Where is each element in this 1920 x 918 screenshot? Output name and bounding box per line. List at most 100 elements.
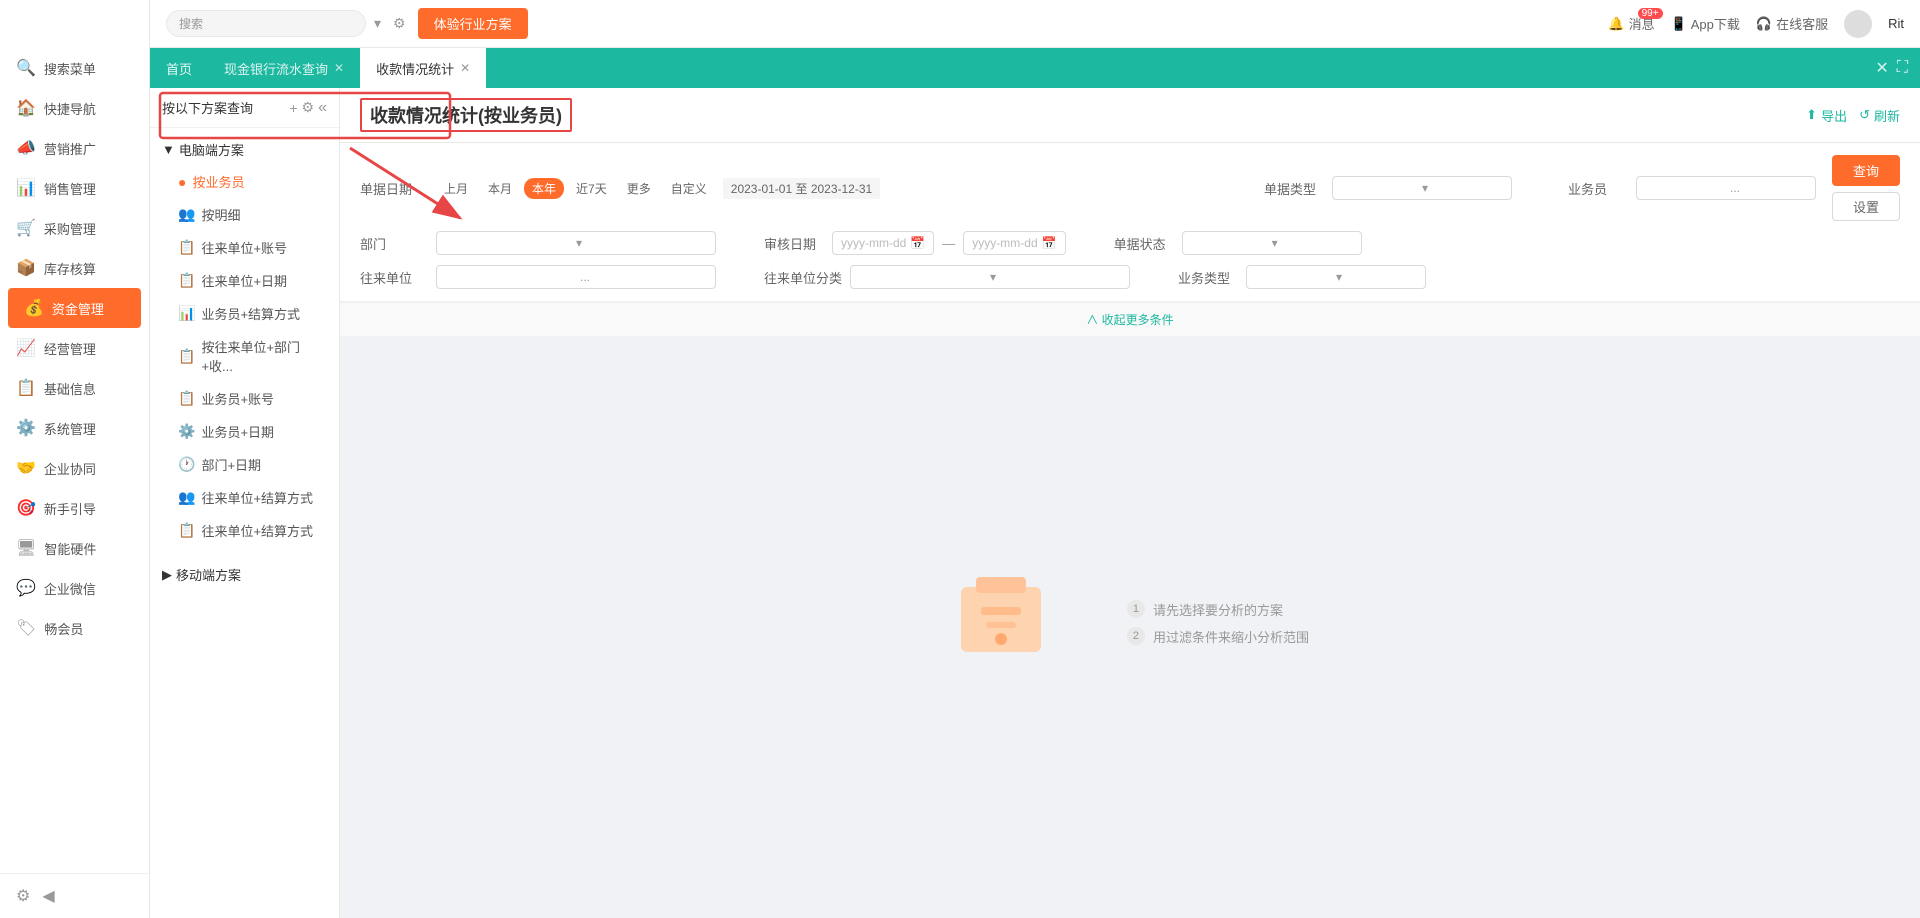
section-desktop-label: 电脑端方案 xyxy=(179,140,244,159)
sidebar-item-finance[interactable]: 💰 资金管理 xyxy=(8,288,141,328)
sidebar-label-inventory: 库存核算 xyxy=(44,259,96,278)
tab-bank-flow-label: 现金银行流水查询 xyxy=(224,59,328,78)
calendar-to-icon: 📅 xyxy=(1042,236,1057,250)
scheme-item-unit-settle2[interactable]: 📋 往来单位+结算方式 xyxy=(150,514,339,547)
tab-expand-icon[interactable]: ⛶ xyxy=(1897,59,1908,77)
doc-type-select[interactable]: ▾ xyxy=(1332,176,1512,200)
empty-step-2: 2 用过滤条件来缩小分析范围 xyxy=(1127,627,1309,646)
scheme-section-desktop-title[interactable]: ▼ 电脑端方案 xyxy=(150,134,339,165)
scheme-settings-button[interactable]: ⚙ xyxy=(302,99,315,117)
scheme-item-unit-date[interactable]: 📋 往来单位+日期 xyxy=(150,264,339,297)
online-service-action[interactable]: 🎧 在线客服 xyxy=(1756,14,1828,33)
date-range-display: 2023-01-01 至 2023-12-31 xyxy=(723,178,880,199)
setting-button[interactable]: 设置 xyxy=(1832,192,1900,221)
refresh-button[interactable]: ↺ 刷新 xyxy=(1859,106,1900,125)
tab-collection-stats[interactable]: 收款情况统计 ✕ xyxy=(360,48,486,88)
review-date-from-group[interactable]: yyyy-mm-dd 📅 xyxy=(832,231,934,255)
sidebar-label-wechat: 企业微信 xyxy=(44,579,96,598)
sidebar-item-search[interactable]: 🔍 搜索菜单 xyxy=(0,48,149,88)
scheme-item-by-salesman[interactable]: ● 按业务员 xyxy=(150,165,339,198)
sidebar-item-inventory[interactable]: 📦 库存核算 xyxy=(0,248,149,288)
tab-collection-stats-close[interactable]: ✕ xyxy=(460,61,470,75)
scheme-item-unit-dept[interactable]: 📋 按往来单位+部门+收... xyxy=(150,330,339,382)
dept-arrow-icon: ▾ xyxy=(576,236,707,250)
collapse-more-bar[interactable]: ∧ 收起更多条件 xyxy=(340,302,1920,336)
empty-svg xyxy=(951,567,1051,657)
query-button[interactable]: 查询 xyxy=(1832,155,1900,186)
tab-close-all-icon[interactable]: ✕ xyxy=(1875,58,1888,78)
scheme-icon-dept-date: 🕐 xyxy=(178,456,195,473)
sidebar-item-collab[interactable]: 🤝 企业协同 xyxy=(0,448,149,488)
gear-icon[interactable]: ⚙ xyxy=(393,15,406,32)
scheme-section-mobile-title[interactable]: ▶ 移动端方案 xyxy=(150,559,339,590)
scheme-item-unit-settle1[interactable]: 👥 往来单位+结算方式 xyxy=(150,481,339,514)
app-download-action[interactable]: 📱 App下载 xyxy=(1671,14,1740,33)
scheme-item-dept-date[interactable]: 🕐 部门+日期 xyxy=(150,448,339,481)
user-avatar[interactable] xyxy=(1844,10,1872,38)
sidebar-item-guide[interactable]: 🎯 新手引导 xyxy=(0,488,149,528)
sales-icon: 📊 xyxy=(16,178,36,198)
scheme-item-salesman-settle[interactable]: 📊 业务员+结算方式 xyxy=(150,297,339,330)
search-icon: 🔍 xyxy=(16,58,36,78)
sidebar-item-member[interactable]: 🏷 畅会员 xyxy=(0,608,149,648)
filter-row-3: 往来单位 ... 往来单位分类 ▾ 业务类型 ▾ xyxy=(360,265,1900,289)
date-tab-last-month[interactable]: 上月 xyxy=(436,178,476,199)
page-title-bar: 收款情况统计(按业务员) ⬆ 导出 ↺ 刷新 xyxy=(340,88,1920,143)
counterpart-select[interactable]: ... xyxy=(436,265,716,289)
sidebar-item-purchase[interactable]: 🛒 采购管理 xyxy=(0,208,149,248)
scheme-label-salesman-settle: 业务员+结算方式 xyxy=(201,304,300,323)
scheme-header: 按以下方案查询 + ⚙ « xyxy=(150,88,339,128)
dropdown-arrow-icon[interactable]: ▾ xyxy=(374,15,381,32)
sidebar: 🔍 搜索菜单 🏠 快捷导航 📣 营销推广 📊 销售管理 🛒 采购管理 📦 库存核… xyxy=(0,0,150,918)
sidebar-item-quicknav[interactable]: 🏠 快捷导航 xyxy=(0,88,149,128)
scheme-item-salesman-date[interactable]: ⚙️ 业务员+日期 xyxy=(150,415,339,448)
bell-icon: 🔔 xyxy=(1608,16,1624,32)
date-tab-7days[interactable]: 近7天 xyxy=(568,178,615,199)
scheme-collapse-button[interactable]: « xyxy=(318,99,327,117)
section-arrow-down-icon: ▼ xyxy=(162,142,175,157)
member-icon: 🏷 xyxy=(16,618,36,638)
salesman-select[interactable]: ... xyxy=(1636,176,1816,200)
date-tab-this-year[interactable]: 本年 xyxy=(524,178,564,199)
scheme-item-by-detail[interactable]: 👥 按明细 xyxy=(150,198,339,231)
dept-label: 部门 xyxy=(360,234,420,253)
tab-bank-flow-close[interactable]: ✕ xyxy=(334,61,344,75)
message-action[interactable]: 🔔 消息 99+ xyxy=(1608,14,1654,33)
sidebar-item-basic[interactable]: 📋 基础信息 xyxy=(0,368,149,408)
review-date-to-group[interactable]: yyyy-mm-dd 📅 xyxy=(963,231,1065,255)
export-button[interactable]: ⬆ 导出 xyxy=(1806,106,1847,125)
sidebar-item-system[interactable]: ⚙️ 系统管理 xyxy=(0,408,149,448)
tab-bank-flow[interactable]: 现金银行流水查询 ✕ xyxy=(208,48,360,88)
sidebar-item-sales[interactable]: 📊 销售管理 xyxy=(0,168,149,208)
sidebar-item-hardware[interactable]: 🖥 智能硬件 xyxy=(0,528,149,568)
salesman-dots: ... xyxy=(1730,181,1807,195)
date-tab-more[interactable]: 更多 xyxy=(619,178,659,199)
username-label: Rit xyxy=(1888,16,1904,31)
search-bar: 搜索 xyxy=(166,10,366,37)
sidebar-item-marketing[interactable]: 📣 营销推广 xyxy=(0,128,149,168)
date-tab-custom[interactable]: 自定义 xyxy=(663,178,715,199)
date-filter-control: 上月 本月 本年 近7天 更多 自定义 2023-01-01 至 2023-12… xyxy=(436,178,1208,199)
biz-type-select[interactable]: ▾ xyxy=(1246,265,1426,289)
tab-home[interactable]: 首页 xyxy=(150,59,208,78)
trial-industry-button[interactable]: 体验行业方案 xyxy=(418,8,528,39)
scheme-item-salesman-account[interactable]: 📋 业务员+账号 xyxy=(150,382,339,415)
date-tab-this-month[interactable]: 本月 xyxy=(480,178,520,199)
sidebar-item-wechat[interactable]: 💬 企业微信 xyxy=(0,568,149,608)
scheme-label-salesman-account: 业务员+账号 xyxy=(201,389,274,408)
scheme-item-unit-account[interactable]: 📋 往来单位+账号 xyxy=(150,231,339,264)
counterpart-type-select[interactable]: ▾ xyxy=(850,265,1130,289)
sidebar-item-operation[interactable]: 📈 经营管理 xyxy=(0,328,149,368)
empty-step-2-label: 用过滤条件来缩小分析范围 xyxy=(1153,627,1309,646)
collapse-sidebar-icon[interactable]: ◀ xyxy=(42,886,54,906)
sidebar-label-finance: 资金管理 xyxy=(52,299,104,318)
scheme-add-button[interactable]: + xyxy=(289,99,297,117)
settings-footer-icon[interactable]: ⚙ xyxy=(16,886,30,906)
scheme-icon-unit-dept: 📋 xyxy=(178,348,195,365)
filter-row-2: 部门 ▾ 审核日期 yyyy-mm-dd 📅 — yyyy-mm-dd 📅 xyxy=(360,231,1900,255)
sidebar-label-quicknav: 快捷导航 xyxy=(44,99,96,118)
dept-select[interactable]: ▾ xyxy=(436,231,716,255)
scheme-section-mobile: ▶ 移动端方案 xyxy=(150,553,339,596)
doc-status-select[interactable]: ▾ xyxy=(1182,231,1362,255)
review-date-to: yyyy-mm-dd xyxy=(972,236,1037,250)
